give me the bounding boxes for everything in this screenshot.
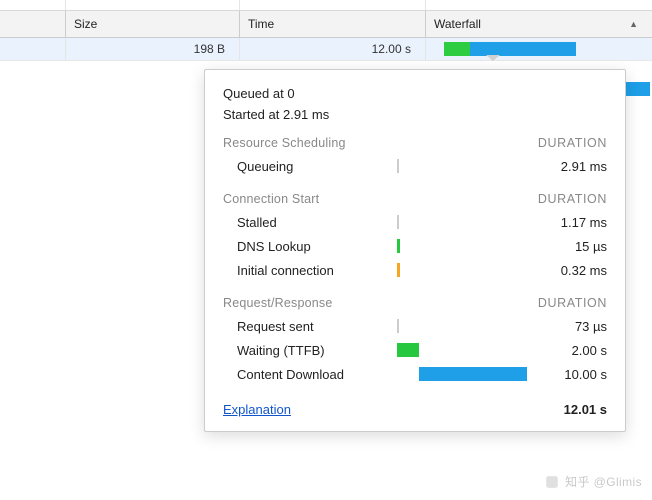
started-text: Started at 2.91 ms — [223, 107, 607, 122]
size-cell: 198 B — [66, 38, 240, 60]
time-header-label: Time — [248, 17, 274, 31]
waterfall-column-header[interactable]: Waterfall ▲ — [426, 11, 652, 37]
dns-label: DNS Lookup — [223, 239, 397, 254]
download-value: 10.00 s — [527, 367, 607, 382]
scheduling-title: Resource Scheduling — [223, 136, 346, 150]
stray-waterfall-bar — [624, 82, 650, 96]
init-conn-bar — [397, 263, 400, 277]
size-header-label: Size — [74, 17, 97, 31]
time-value: 12.00 s — [372, 42, 411, 56]
time-column-header[interactable]: Time — [240, 11, 426, 37]
dns-bar — [397, 239, 400, 253]
size-column-header[interactable]: Size — [66, 11, 240, 37]
zhihu-icon — [545, 475, 559, 489]
grid-top-stripe — [0, 0, 652, 11]
explanation-link[interactable]: Explanation — [223, 402, 291, 417]
sort-indicator-icon: ▲ — [629, 19, 638, 29]
waterfall-download-segment — [470, 42, 576, 56]
waterfall-pointer-icon — [486, 55, 500, 61]
waterfall-cell[interactable] — [426, 38, 652, 60]
waterfall-bar — [430, 42, 648, 56]
reqres-title: Request/Response — [223, 296, 333, 310]
waiting-row: Waiting (TTFB) 2.00 s — [223, 338, 607, 362]
queueing-value: 2.91 ms — [527, 159, 607, 174]
download-bar — [419, 367, 527, 381]
request-sent-row: Request sent 73 µs — [223, 314, 607, 338]
init-conn-value: 0.32 ms — [527, 263, 607, 278]
init-conn-label: Initial connection — [223, 263, 397, 278]
stalled-bar — [397, 215, 399, 229]
request-sent-label: Request sent — [223, 319, 397, 334]
section-connection: Connection Start DURATION Stalled 1.17 m… — [223, 192, 607, 282]
connection-title: Connection Start — [223, 192, 319, 206]
waterfall-wait-segment — [444, 42, 470, 56]
dns-value: 15 µs — [527, 239, 607, 254]
stalled-value: 1.17 ms — [527, 215, 607, 230]
stalled-row: Stalled 1.17 ms — [223, 210, 607, 234]
size-value: 198 B — [194, 42, 225, 56]
duration-label-3: DURATION — [538, 296, 607, 310]
dns-row: DNS Lookup 15 µs — [223, 234, 607, 258]
watermark: 知乎 @Glimis — [545, 473, 642, 490]
prev-cell — [0, 38, 66, 60]
duration-label: DURATION — [538, 136, 607, 150]
time-cell: 12.00 s — [240, 38, 426, 60]
duration-label-2: DURATION — [538, 192, 607, 206]
stalled-label: Stalled — [223, 215, 397, 230]
waiting-label: Waiting (TTFB) — [223, 343, 397, 358]
total-time: 12.01 s — [564, 402, 607, 417]
waterfall-header-label: Waterfall — [434, 17, 481, 31]
queueing-row: Queueing 2.91 ms — [223, 154, 607, 178]
watermark-text: 知乎 @Glimis — [565, 473, 642, 490]
request-sent-value: 73 µs — [527, 319, 607, 334]
section-scheduling: Resource Scheduling DURATION Queueing 2.… — [223, 136, 607, 178]
queued-text: Queued at 0 — [223, 86, 607, 101]
section-reqres: Request/Response DURATION Request sent 7… — [223, 296, 607, 386]
grid-header-row: Size Time Waterfall ▲ — [0, 11, 652, 38]
queueing-label: Queueing — [223, 159, 397, 174]
queueing-bar — [397, 159, 399, 173]
table-row[interactable]: 198 B 12.00 s — [0, 38, 652, 61]
network-grid: Size Time Waterfall ▲ 198 B 12.00 s — [0, 0, 652, 61]
download-row: Content Download 10.00 s — [223, 362, 607, 386]
init-conn-row: Initial connection 0.32 ms — [223, 258, 607, 282]
download-label: Content Download — [223, 367, 397, 382]
waiting-value: 2.00 s — [527, 343, 607, 358]
prev-column-header[interactable] — [0, 11, 66, 37]
waiting-bar — [397, 343, 419, 357]
timing-tooltip: Queued at 0 Started at 2.91 ms Resource … — [204, 69, 626, 432]
request-sent-bar — [397, 319, 399, 333]
